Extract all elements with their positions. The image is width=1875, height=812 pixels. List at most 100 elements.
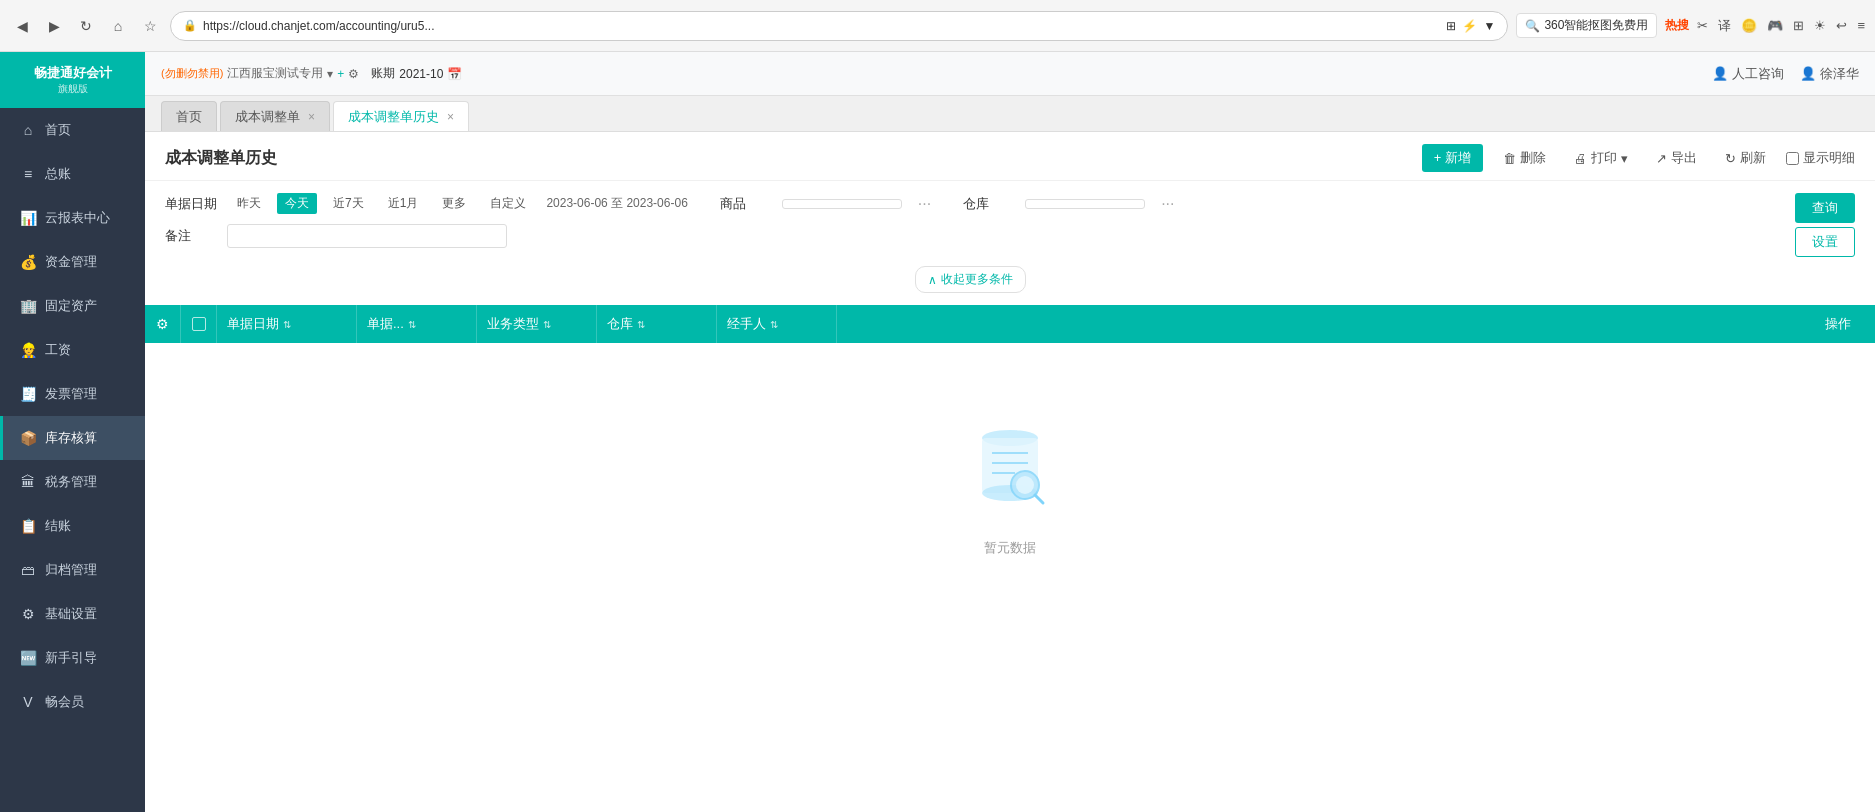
- forward-button[interactable]: ▶: [42, 14, 66, 38]
- collapse-button[interactable]: ∧ 收起更多条件: [915, 266, 1026, 293]
- note-input[interactable]: [227, 224, 507, 248]
- search-bar[interactable]: 🔍 360智能抠图免费用: [1516, 13, 1657, 38]
- user-service[interactable]: 👤 人工咨询: [1712, 65, 1784, 83]
- warehouse-selector[interactable]: [1025, 199, 1145, 209]
- sidebar-item-salary[interactable]: 👷 工资: [0, 328, 145, 372]
- shortcut-1month[interactable]: 近1月: [380, 193, 427, 214]
- refresh-button[interactable]: ↻: [74, 14, 98, 38]
- close-tab-cost-adjust-history[interactable]: ×: [447, 110, 454, 124]
- th-biz-type[interactable]: 业务类型 ⇅: [477, 305, 597, 343]
- add-company-icon: +: [337, 67, 344, 81]
- bolt-icon: ⚡: [1462, 19, 1477, 33]
- shortcut-yesterday[interactable]: 昨天: [229, 193, 269, 214]
- fixed-assets-icon: 🏢: [19, 298, 37, 314]
- sidebar-item-tax[interactable]: 🏛 税务管理: [0, 460, 145, 504]
- sidebar: 畅捷通好会计 旗舰版 ⌂ 首页 ≡ 总账 📊 云报表中心 💰 资金管理 🏢 固定…: [0, 52, 145, 812]
- sidebar-item-fund[interactable]: 💰 资金管理: [0, 240, 145, 284]
- delete-button[interactable]: 🗑 删除: [1495, 145, 1554, 171]
- th-order-no[interactable]: 单据... ⇅: [357, 305, 477, 343]
- filter-row-1: 单据日期 昨天 今天 近7天 近1月 更多 自定义 2023-06-06 至 2…: [165, 193, 1775, 214]
- sidebar-item-fixed-assets[interactable]: 🏢 固定资产: [0, 284, 145, 328]
- inventory-icon: 📦: [19, 430, 37, 446]
- sidebar-item-general-ledger[interactable]: ≡ 总账: [0, 152, 145, 196]
- display-toggle-checkbox[interactable]: [1786, 152, 1799, 165]
- page-title: 成本调整单历史: [165, 148, 277, 169]
- sidebar-item-vip[interactable]: V 畅会员: [0, 680, 145, 724]
- refresh-label: 刷新: [1740, 149, 1766, 167]
- sidebar-item-home[interactable]: ⌂ 首页: [0, 108, 145, 152]
- export-button[interactable]: ↗ 导出: [1648, 145, 1705, 171]
- top-header: (勿删勿禁用) 江西服宝测试专用 ▾ + ⚙ 账期 2021-10 📅 👤 人工…: [145, 52, 1875, 96]
- salary-icon: 👷: [19, 342, 37, 358]
- empty-text: 暂元数据: [984, 539, 1036, 557]
- address-bar[interactable]: 🔒 https://cloud.chanjet.com/accounting/u…: [170, 11, 1508, 41]
- new-button[interactable]: + 新增: [1422, 144, 1483, 172]
- home-button[interactable]: ⌂: [106, 14, 130, 38]
- shortcut-more[interactable]: 更多: [434, 193, 474, 214]
- sidebar-item-label: 工资: [45, 341, 71, 359]
- sidebar-item-label: 归档管理: [45, 561, 97, 579]
- display-toggle[interactable]: 显示明细: [1786, 149, 1855, 167]
- select-all-checkbox[interactable]: [192, 317, 206, 331]
- sidebar-item-closing[interactable]: 📋 结账: [0, 504, 145, 548]
- tab-cost-adjust[interactable]: 成本调整单 ×: [220, 101, 330, 131]
- invoice-icon: 🧾: [19, 386, 37, 402]
- th-date[interactable]: 单据日期 ⇅: [217, 305, 357, 343]
- th-date-label: 单据日期: [227, 315, 279, 333]
- tab-cost-adjust-history[interactable]: 成本调整单历史 ×: [333, 101, 469, 131]
- settings-icon: ⚙: [19, 606, 37, 622]
- shortcut-custom[interactable]: 自定义: [482, 193, 534, 214]
- calendar-icon[interactable]: 📅: [447, 67, 462, 81]
- sidebar-item-settings[interactable]: ⚙ 基础设置: [0, 592, 145, 636]
- company-selector[interactable]: (勿删勿禁用) 江西服宝测试专用 ▾ + ⚙: [161, 65, 359, 82]
- note-label: 备注: [165, 227, 215, 245]
- sidebar-item-label: 基础设置: [45, 605, 97, 623]
- th-actions-label: 操作: [1825, 315, 1851, 333]
- svg-line-8: [1035, 495, 1043, 503]
- vip-icon: V: [19, 694, 37, 710]
- goods-more-icon[interactable]: ···: [918, 195, 931, 213]
- star-button[interactable]: ☆: [138, 14, 162, 38]
- browser-right-icons: ✂ 译 🪙 🎮 ⊞ ☀ ↩ ≡: [1697, 17, 1865, 35]
- page: 成本调整单历史 + 新增 🗑 删除 🖨 打印 ▾ ↗ 导出: [145, 132, 1875, 812]
- back-button[interactable]: ◀: [10, 14, 34, 38]
- account-period: 账期 2021-10 📅: [371, 65, 462, 82]
- th-biztype-label: 业务类型: [487, 315, 539, 333]
- goods-selector[interactable]: [782, 199, 902, 209]
- warehouse-label: 仓库: [963, 195, 1013, 213]
- hot-search-label: 热搜: [1665, 17, 1689, 34]
- sidebar-item-invoice[interactable]: 🧾 发票管理: [0, 372, 145, 416]
- search-text: 360智能抠图免费用: [1544, 17, 1648, 34]
- company-warning: (勿删勿禁用): [161, 66, 223, 81]
- tab-home[interactable]: 首页: [161, 101, 217, 131]
- user-avatar[interactable]: 👤 徐泽华: [1800, 65, 1859, 83]
- th-actions: 操作: [1815, 305, 1875, 343]
- apps-icon: ⊞: [1793, 18, 1804, 33]
- shortcut-today[interactable]: 今天: [277, 193, 317, 214]
- sidebar-item-inventory[interactable]: 📦 库存核算: [0, 416, 145, 460]
- sidebar-item-reports[interactable]: 📊 云报表中心: [0, 196, 145, 240]
- th-checkbox[interactable]: [181, 305, 217, 343]
- sort-operator-icon: ⇅: [770, 319, 778, 330]
- collapse-arrow-icon: ∧: [928, 273, 937, 287]
- display-toggle-label: 显示明细: [1803, 149, 1855, 167]
- refresh-button[interactable]: ↻ 刷新: [1717, 145, 1774, 171]
- close-tab-cost-adjust[interactable]: ×: [308, 110, 315, 124]
- user-icon: 👤: [1800, 66, 1816, 81]
- th-settings[interactable]: ⚙: [145, 305, 181, 343]
- query-button[interactable]: 查询: [1795, 193, 1855, 223]
- th-operator[interactable]: 经手人 ⇅: [717, 305, 837, 343]
- filter-settings-button[interactable]: 设置: [1795, 227, 1855, 257]
- service-label: 人工咨询: [1732, 65, 1784, 83]
- sidebar-item-guide[interactable]: 🆕 新手引导: [0, 636, 145, 680]
- table-settings-icon: ⚙: [156, 316, 169, 332]
- th-warehouse[interactable]: 仓库 ⇅: [597, 305, 717, 343]
- warehouse-more-icon[interactable]: ···: [1161, 195, 1174, 213]
- empty-svg: [960, 423, 1060, 523]
- print-button[interactable]: 🖨 打印 ▾: [1566, 145, 1636, 171]
- sidebar-item-archive[interactable]: 🗃 归档管理: [0, 548, 145, 592]
- shortcut-7days[interactable]: 近7天: [325, 193, 372, 214]
- app-logo[interactable]: 畅捷通好会计 旗舰版: [0, 52, 145, 108]
- top-right: 👤 人工咨询 👤 徐泽华: [1712, 65, 1859, 83]
- undo-icon: ↩: [1836, 18, 1847, 33]
